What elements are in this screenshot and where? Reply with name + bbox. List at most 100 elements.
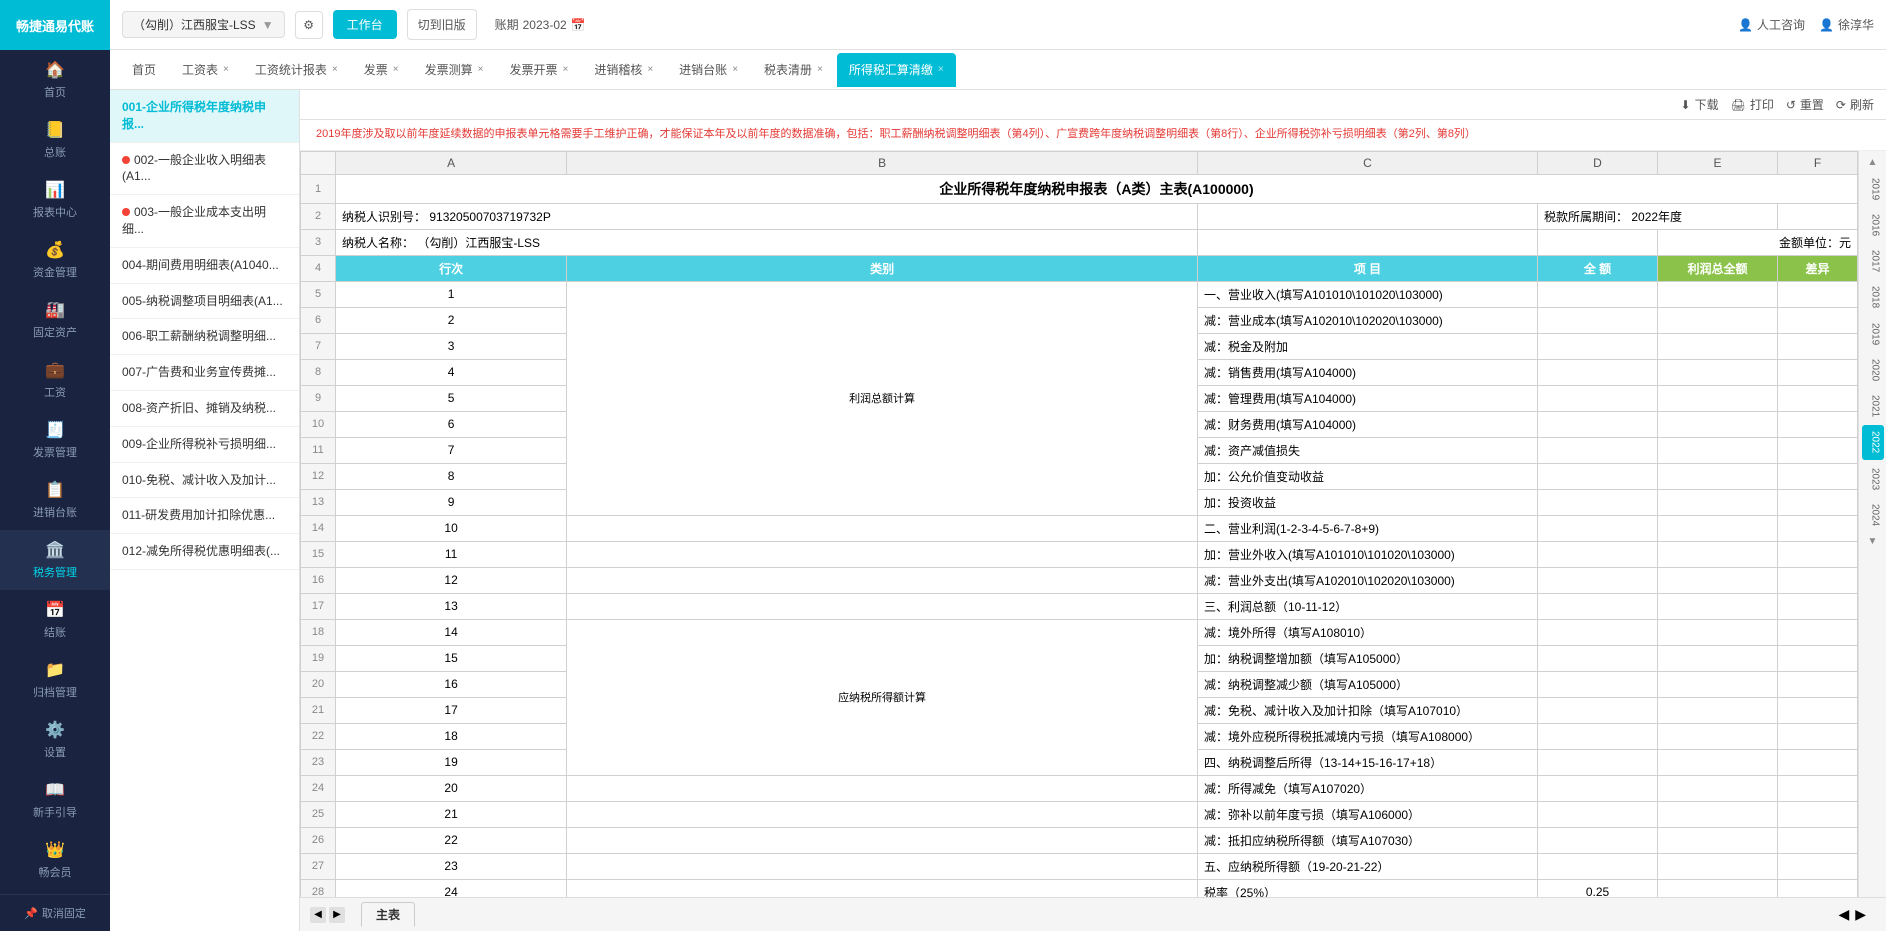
sidebar-item-guide[interactable]: 📖 新手引导 [0,770,110,830]
year-down-arrow[interactable]: ▼ [1866,534,1880,549]
sheet-scroll-left[interactable]: ◀ [1838,906,1849,923]
left-panel-item-011[interactable]: 011-研发费用加计扣除优惠... [110,498,299,534]
sidebar-item-funds[interactable]: 💰 资金管理 [0,230,110,290]
left-panel-item-010[interactable]: 010-免税、减计收入及加计... [110,463,299,499]
sheet-nav-right[interactable]: ▶ [329,907,345,923]
col-header-rownum [301,151,336,174]
empty-cell-r2b [1778,203,1858,229]
company-selector[interactable]: （勾削）江西服宝-LSS ▼ [122,11,285,38]
tab-tax-return-close[interactable]: × [817,64,823,75]
sidebar-label-home: 首页 [44,84,66,100]
sidebar-item-settlement[interactable]: 📅 结账 [0,590,110,650]
tab-income-tax-close[interactable]: × [938,64,944,75]
left-panel: 001-企业所得税年度纳税申报... 002-一般企业收入明细表(A1... 0… [110,90,300,931]
tab-invoice-open-close[interactable]: × [562,64,568,75]
tab-income-tax[interactable]: 所得税汇算清缴 × [837,53,956,87]
tab-invoice[interactable]: 发票 × [352,53,411,87]
sidebar-item-tax-mgmt[interactable]: 🏛️ 税务管理 [0,530,110,590]
sidebar-item-assets[interactable]: 🏭 固定资产 [0,290,110,350]
ai-consult[interactable]: 👤 人工咨询 [1738,16,1805,33]
sidebar: 畅捷通易代账 🏠 首页 📒 总账 📊 报表中心 💰 资金管理 🏭 固定资产 💼 … [0,0,110,931]
year-item-2019b[interactable]: 2019 [1862,317,1884,351]
year-up-arrow[interactable]: ▲ [1866,155,1880,170]
sidebar-item-purchase-sales[interactable]: 📋 进销台账 [0,470,110,530]
table-row: 5 1 利润总额计算 一、营业收入(填写A101010\101020\10300… [301,281,1858,307]
print-button[interactable]: 🖨 打印 [1731,96,1774,113]
chevron-down-icon: ▼ [262,18,274,32]
left-panel-item-008[interactable]: 008-资产折旧、摊销及纳税... [110,391,299,427]
empty-cell-r3 [1198,229,1538,255]
sheet-nav-arrows: ◀ ▶ [310,907,345,923]
tab-purchase-audit-close[interactable]: × [647,64,653,75]
period-label: 账期 [495,16,519,33]
year-item-2022[interactable]: 2022 [1862,425,1884,459]
tab-invoice-calc[interactable]: 发票测算 × [413,53,496,87]
tab-payroll-close[interactable]: × [223,64,229,75]
company-settings-icon[interactable]: ⚙ [295,11,323,39]
left-panel-item-004[interactable]: 004-期间费用明细表(A1040... [110,248,299,284]
refresh-button[interactable]: ⟳ 刷新 [1836,96,1874,113]
row-num-1: 1 [301,174,336,203]
year-item-2017[interactable]: 2017 [1862,244,1884,278]
sidebar-item-home[interactable]: 🏠 首页 [0,50,110,110]
table-row: 25 21 减：弥补以前年度亏损（填写A106000） [301,801,1858,827]
tab-invoice-calc-close[interactable]: × [478,64,484,75]
left-panel-item-012[interactable]: 012-减免所得税优惠明细表(... [110,534,299,570]
year-item-2019a[interactable]: 2019 [1862,172,1884,206]
sidebar-item-payroll[interactable]: 💼 工资 [0,350,110,410]
left-panel-item-002[interactable]: 002-一般企业收入明细表(A1... [110,143,299,196]
tab-payroll-stats-close[interactable]: × [332,64,338,75]
left-panel-item-007[interactable]: 007-广告费和业务宣传费摊... [110,355,299,391]
tab-purchase-audit[interactable]: 进销稽核 × [582,53,665,87]
period-value: 2023-02 [523,18,567,32]
tab-home[interactable]: 首页 [120,53,168,87]
left-panel-item-001[interactable]: 001-企业所得税年度纳税申报... [110,90,299,143]
left-panel-item-006[interactable]: 006-职工薪酬纳税调整明细... [110,319,299,355]
year-item-2020[interactable]: 2020 [1862,353,1884,387]
tab-purchase-ledger[interactable]: 进销台账 × [667,53,750,87]
pin-icon: 📌 [24,907,38,920]
tab-payroll[interactable]: 工资表 × [170,53,241,87]
table-row: 18 14 应纳税所得额计算 减：境外所得（填写A108010） [301,619,1858,645]
workbench-button[interactable]: 工作台 [333,10,397,39]
sidebar-item-invoice-mgmt[interactable]: 🧾 发票管理 [0,410,110,470]
download-button[interactable]: ⬇ 下载 [1681,96,1719,113]
sidebar-item-ledger[interactable]: 📒 总账 [0,110,110,170]
table-row: 27 23 五、应纳税所得额（19-20-21-22） [301,853,1858,879]
tab-invoice-open[interactable]: 发票开票 × [497,53,580,87]
left-panel-item-003[interactable]: 003-一般企业成本支出明细... [110,195,299,248]
sheet-nav-left[interactable]: ◀ [310,907,326,923]
col-header-F: F [1778,151,1858,174]
left-panel-item-005[interactable]: 005-纳税调整项目明细表(A1... [110,284,299,320]
year-item-2023[interactable]: 2023 [1862,462,1884,496]
left-panel-item-009[interactable]: 009-企业所得税补亏损明细... [110,427,299,463]
sidebar-item-member[interactable]: 👑 畅会员 [0,830,110,890]
sidebar-label-invoice-mgmt: 发票管理 [33,444,77,460]
sidebar-item-archive[interactable]: 📁 归档管理 [0,650,110,710]
year-item-2016[interactable]: 2016 [1862,208,1884,242]
sidebar-footer-pin[interactable]: 📌 取消固定 [0,894,110,931]
tab-invoice-close[interactable]: × [393,64,399,75]
tab-purchase-ledger-close[interactable]: × [732,64,738,75]
tab-payroll-stats[interactable]: 工资统计报表 × [243,53,350,87]
col-header-C: C [1198,151,1538,174]
year-item-2018[interactable]: 2018 [1862,280,1884,314]
calendar-icon[interactable]: 📅 [571,18,586,32]
taxpayer-id-label-cell: 纳税人识别号： 91320500703719732P [336,203,1198,229]
col-label-amount: 全 额 [1538,255,1658,281]
sheet-tab-main[interactable]: 主表 [361,902,415,927]
year-item-2024[interactable]: 2024 [1862,498,1884,532]
reset-button[interactable]: ↺ 重置 [1786,96,1824,113]
sheet-area[interactable]: A B C D E F 1 企业所 [300,151,1858,897]
sidebar-item-reports[interactable]: 📊 报表中心 [0,170,110,230]
year-item-2021[interactable]: 2021 [1862,389,1884,423]
sidebar-label-member: 畅会员 [39,864,72,880]
col-header-B: B [567,151,1198,174]
sheet-scroll-right[interactable]: ▶ [1855,906,1866,923]
tab-tax-return[interactable]: 税表清册 × [752,53,835,87]
guide-icon: 📖 [45,780,65,800]
switch-old-button[interactable]: 切到旧版 [407,9,477,40]
col-label-item: 项 目 [1198,255,1538,281]
user-info[interactable]: 👤 徐淳华 [1819,16,1874,33]
sidebar-item-settings[interactable]: ⚙️ 设置 [0,710,110,770]
